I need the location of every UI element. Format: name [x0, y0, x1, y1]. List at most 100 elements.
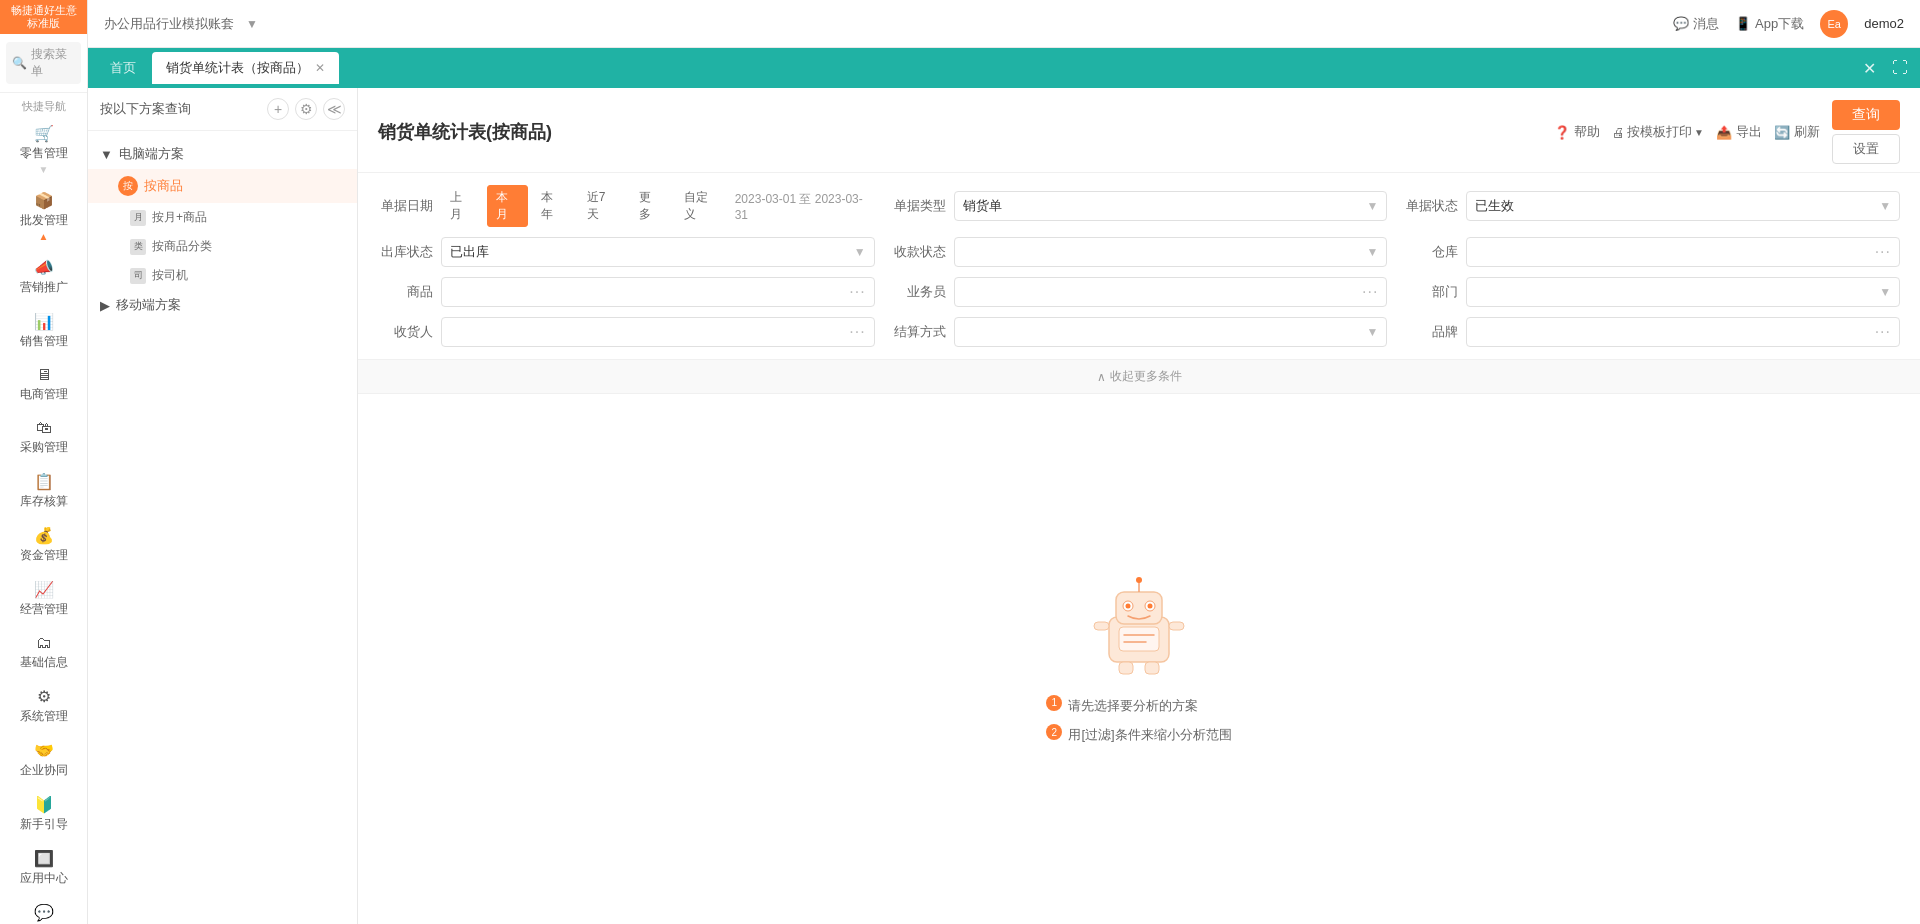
- filter-salesperson-field: 业务员 ···: [891, 277, 1388, 307]
- tree-item-by-category[interactable]: 类 按商品分类: [88, 232, 357, 261]
- page-header: 销货单统计表(按商品) ❓ 帮助 🖨 按模板打印 ▼ 📤 导出: [358, 88, 1920, 173]
- sidebar-item-appstore[interactable]: 🔲 应用中心: [0, 841, 87, 895]
- tree-item-by-month-product[interactable]: 月 按月+商品: [88, 203, 357, 232]
- sidebar-item-inventory[interactable]: 📋 库存核算: [0, 464, 87, 518]
- sidebar-search-button[interactable]: 🔍 搜索菜单: [0, 34, 87, 93]
- tree-item-by-product[interactable]: 按 按商品: [88, 169, 357, 203]
- system-icon: ⚙: [37, 687, 51, 706]
- tab-home[interactable]: 首页: [96, 52, 150, 84]
- tree-item-by-sku[interactable]: 司 按司机: [88, 261, 357, 290]
- filter-date-field: 单据日期 上月 本月 本年 近7天 更多 自定义 2023-03-01 至 20…: [378, 185, 875, 227]
- payment-status-input[interactable]: ▼: [954, 237, 1388, 267]
- date-tab-custom[interactable]: 自定义: [675, 185, 728, 227]
- sidebar-item-label: 应用中心: [20, 870, 68, 887]
- warehouse-input[interactable]: ···: [1466, 237, 1900, 267]
- warehouse-label: 仓库: [1403, 243, 1458, 261]
- tree-item-by-sku-label: 按司机: [152, 267, 188, 284]
- setting-button[interactable]: 设置: [1832, 134, 1900, 164]
- print-button[interactable]: 🖨 按模板打印 ▼: [1612, 123, 1704, 141]
- receiver-input[interactable]: ···: [441, 317, 875, 347]
- search-label: 搜索菜单: [31, 46, 75, 80]
- tab-sales-report[interactable]: 销货单统计表（按商品） ✕: [152, 52, 339, 84]
- bill-type-chevron-icon: ▼: [1366, 199, 1378, 213]
- date-filter: 上月 本月 本年 近7天 更多 自定义 2023-03-01 至 2023-03…: [441, 185, 875, 227]
- sidebar-item-enterprise[interactable]: 🤝 企业协同: [0, 733, 87, 787]
- left-panel-header: 按以下方案查询 + ⚙ ≪: [88, 88, 357, 131]
- export-label: 导出: [1736, 123, 1762, 141]
- bill-type-input[interactable]: 销货单 ▼: [954, 191, 1388, 221]
- sidebar-item-operation[interactable]: 📈 经营管理: [0, 572, 87, 626]
- storage-status-value: 已出库: [450, 243, 489, 261]
- filter-settlement-field: 结算方式 ▼: [891, 317, 1388, 347]
- empty-step-1: 1 请先选择要分析的方案: [1046, 694, 1231, 717]
- app-download-button[interactable]: 📱 App下载: [1735, 15, 1804, 33]
- collapse-bar[interactable]: ∧ 收起更多条件: [358, 360, 1920, 394]
- tab-maximize-icon[interactable]: ⛶: [1888, 55, 1912, 81]
- product-dots-icon: ···: [849, 283, 865, 301]
- svg-point-5: [1148, 603, 1153, 608]
- date-tab-more[interactable]: 更多: [630, 185, 672, 227]
- logo-sub: 标准版: [27, 17, 60, 30]
- tab-sales-report-label: 销货单统计表（按商品）: [166, 59, 309, 77]
- by-sku-icon: 司: [130, 268, 146, 284]
- sidebar-item-wholesale[interactable]: 📦 批发管理 ▲: [0, 183, 87, 250]
- sidebar-item-newbie[interactable]: 🔰 新手引导: [0, 787, 87, 841]
- step1-text: 请先选择要分析的方案: [1068, 694, 1198, 717]
- storage-status-input[interactable]: 已出库 ▼: [441, 237, 875, 267]
- sidebar-item-label: 零售管理: [20, 145, 68, 162]
- sidebar-item-system[interactable]: ⚙ 系统管理: [0, 679, 87, 733]
- date-tab-this-year[interactable]: 本年: [532, 185, 574, 227]
- settings-scheme-button[interactable]: ⚙: [295, 98, 317, 120]
- finance-icon: 💰: [34, 526, 54, 545]
- sidebar-item-purchase[interactable]: 🛍 采购管理: [0, 411, 87, 464]
- date-tab-7days[interactable]: 近7天: [578, 185, 626, 227]
- breadcrumb-dropdown[interactable]: ▼: [246, 17, 258, 31]
- chevron-right-icon: ▶: [100, 298, 110, 313]
- sidebar-item-retail[interactable]: 🛒 零售管理 ▼: [0, 116, 87, 183]
- refresh-button[interactable]: 🔄 刷新: [1774, 123, 1820, 141]
- settlement-input[interactable]: ▼: [954, 317, 1388, 347]
- department-input[interactable]: ▼: [1466, 277, 1900, 307]
- receiver-label: 收货人: [378, 323, 433, 341]
- page-actions: ❓ 帮助 🖨 按模板打印 ▼ 📤 导出 🔄 刷新: [1554, 100, 1900, 164]
- user-avatar[interactable]: Ea: [1820, 10, 1848, 38]
- sidebar-item-wechat[interactable]: 💬 企业微信: [0, 895, 87, 924]
- tree-group-desktop[interactable]: ▼ 电脑端方案: [88, 139, 357, 169]
- sidebar-item-marketing[interactable]: 📣 营销推广: [0, 250, 87, 304]
- collapse-panel-button[interactable]: ≪: [323, 98, 345, 120]
- bill-status-input[interactable]: 已生效 ▼: [1466, 191, 1900, 221]
- date-tab-this-month[interactable]: 本月: [487, 185, 529, 227]
- sidebar-item-basic[interactable]: 🗂 基础信息: [0, 626, 87, 679]
- tab-close-icon[interactable]: ✕: [315, 61, 325, 75]
- step1-num: 1: [1046, 695, 1062, 711]
- bill-status-label: 单据状态: [1403, 197, 1458, 215]
- sidebar-item-ecommerce[interactable]: 🖥 电商管理: [0, 358, 87, 411]
- message-button[interactable]: 💬 消息: [1673, 15, 1719, 33]
- content-area: 按以下方案查询 + ⚙ ≪ ▼ 电脑端方案 按 按商品 月: [88, 88, 1920, 924]
- message-icon: 💬: [1673, 16, 1689, 31]
- tree-group-mobile[interactable]: ▶ 移动端方案: [88, 290, 357, 320]
- appstore-icon: 🔲: [34, 849, 54, 868]
- tree-item-by-product-label: 按商品: [144, 177, 183, 195]
- svg-rect-11: [1145, 662, 1159, 674]
- salesperson-input[interactable]: ···: [954, 277, 1388, 307]
- filter-storage-status-field: 出库状态 已出库 ▼: [378, 237, 875, 267]
- tree-item-by-category-label: 按商品分类: [152, 238, 212, 255]
- left-panel-actions: + ⚙ ≪: [267, 98, 345, 120]
- product-input[interactable]: ···: [441, 277, 875, 307]
- help-button[interactable]: ❓ 帮助: [1554, 123, 1600, 141]
- query-button[interactable]: 查询: [1832, 100, 1900, 130]
- chevron-icon: ▲: [39, 231, 49, 242]
- basic-icon: 🗂: [36, 634, 52, 652]
- add-scheme-button[interactable]: +: [267, 98, 289, 120]
- sidebar-item-sales[interactable]: 📊 销售管理: [0, 304, 87, 358]
- brand-input[interactable]: ···: [1466, 317, 1900, 347]
- sidebar-item-label: 新手引导: [20, 816, 68, 833]
- date-tab-last-month[interactable]: 上月: [441, 185, 483, 227]
- right-content: 销货单统计表(按商品) ❓ 帮助 🖨 按模板打印 ▼ 📤 导出: [358, 88, 1920, 924]
- by-product-icon: 按: [118, 176, 138, 196]
- tab-close-all-icon[interactable]: ✕: [1859, 55, 1880, 82]
- export-button[interactable]: 📤 导出: [1716, 123, 1762, 141]
- sidebar-item-finance[interactable]: 💰 资金管理: [0, 518, 87, 572]
- topbar: 办公用品行业模拟账套 ▼ 💬 消息 📱 App下载 Ea demo2: [88, 0, 1920, 48]
